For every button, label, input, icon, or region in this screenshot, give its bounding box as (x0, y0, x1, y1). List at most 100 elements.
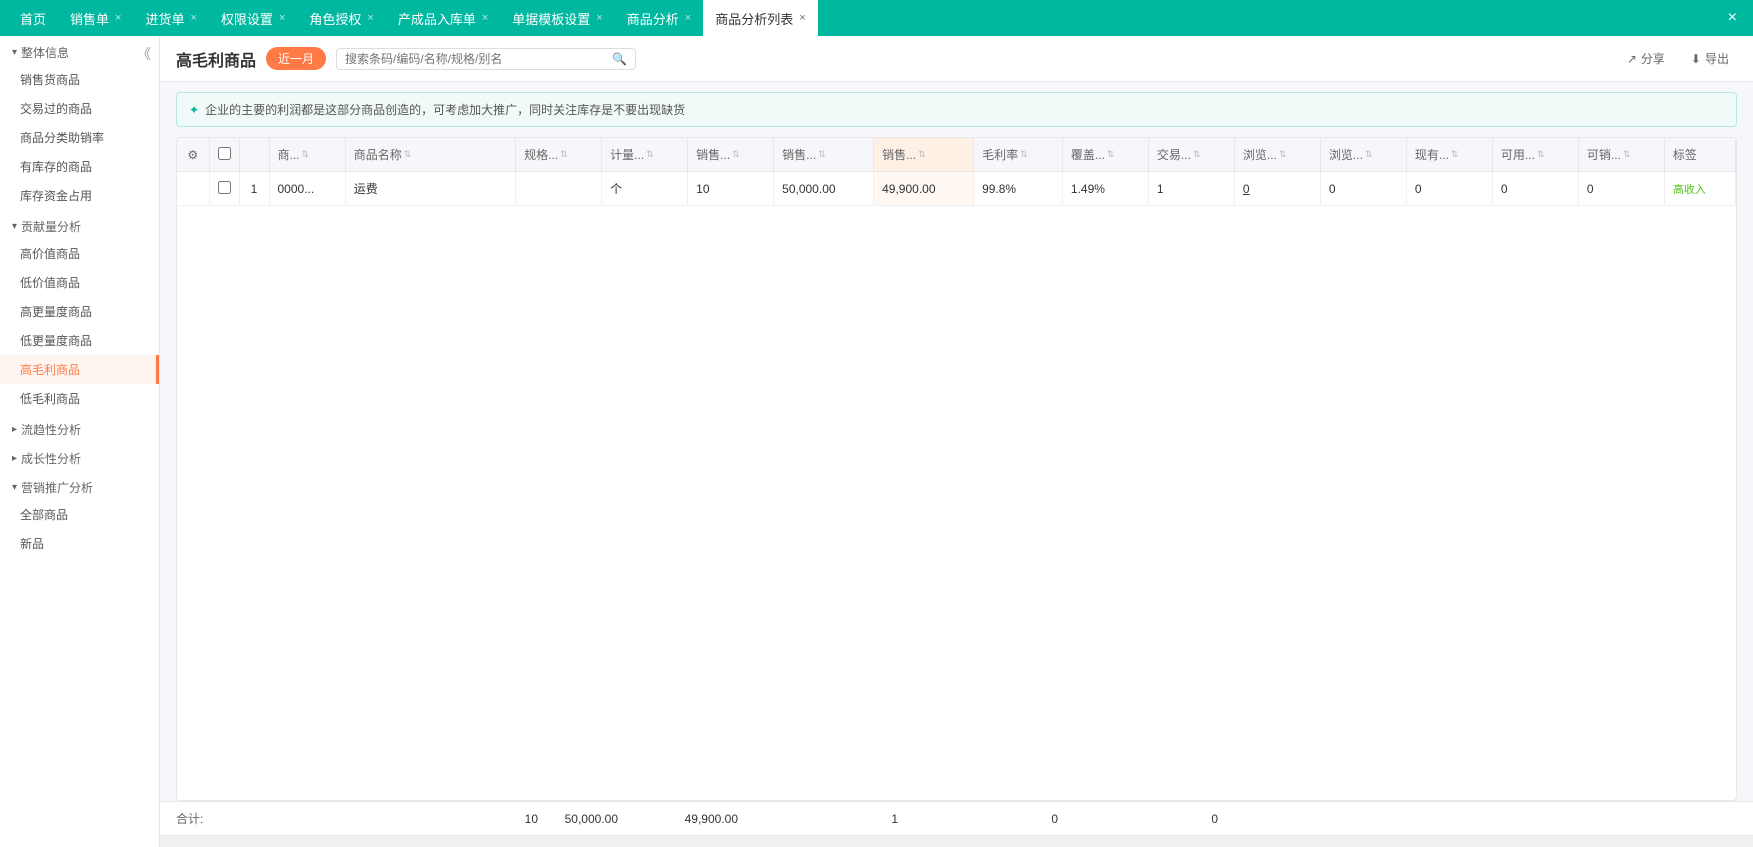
sidebar-group-trend[interactable]: ▸ 流趋性分析 (0, 413, 159, 442)
current-column-header[interactable]: 现有... ⇅ (1406, 138, 1492, 172)
sidebar-collapse-button[interactable]: 《 (137, 44, 151, 64)
tag-column-header[interactable]: 标签 (1664, 138, 1735, 172)
content-area: 高毛利商品 近一月 🔍 ↗ 分享 ⬇ 导出 ✦ 企业的主要的利润都是这部分商品创… (160, 36, 1753, 847)
name-sort-icon: ⇅ (404, 149, 412, 160)
spec-sort-icon: ⇅ (560, 149, 568, 160)
marketing-arrow-icon: ▾ (12, 482, 17, 493)
footer-browse2: 0 (986, 812, 1066, 826)
row-code-cell: 0000... (269, 172, 345, 206)
row-index-cell: 1 (239, 172, 269, 206)
nav-tab-permissions[interactable]: 权限设置 × (209, 0, 297, 36)
spec-column-header[interactable]: 规格... ⇅ (516, 138, 602, 172)
sales-cost-column-header[interactable]: 销售... ⇅ (874, 138, 974, 172)
sidebar-item-new-goods[interactable]: 新品 (0, 529, 159, 558)
sales-qty-sort-icon: ⇅ (732, 149, 740, 160)
browse2-column-header[interactable]: 浏览... ⇅ (1320, 138, 1406, 172)
available-sort-icon: ⇅ (1537, 149, 1545, 160)
footer-sales-cost: 49,900.00 (626, 812, 746, 826)
table-header-row: ⚙ 商... ⇅ (177, 138, 1736, 172)
footer-label: 合计: (176, 810, 236, 827)
sidebar-item-low-freq[interactable]: 低更量度商品 (0, 326, 159, 355)
export-button[interactable]: ⬇ 导出 (1683, 46, 1737, 71)
browse1-column-header[interactable]: 浏览... ⇅ (1234, 138, 1320, 172)
sidebar-item-low-value[interactable]: 低价值商品 (0, 268, 159, 297)
sidebar-item-low-margin[interactable]: 低毛利商品 (0, 384, 159, 413)
settings-icon[interactable]: ⚙ (187, 148, 198, 162)
nav-tab-roles[interactable]: 角色授权 × (297, 0, 385, 36)
data-table-wrapper[interactable]: ⚙ 商... ⇅ (176, 137, 1737, 801)
content-header: 高毛利商品 近一月 🔍 ↗ 分享 ⬇ 导出 (160, 36, 1753, 82)
row-spec-cell (516, 172, 602, 206)
sidebar-item-inventory-fund[interactable]: 库存资金占用 (0, 181, 159, 210)
nav-tab-home[interactable]: 首页 (8, 0, 58, 36)
close-permissions-tab[interactable]: × (279, 12, 285, 24)
close-analysis-list-tab[interactable]: × (799, 12, 805, 24)
filter-month-button[interactable]: 近一月 (266, 47, 326, 70)
close-templates-tab[interactable]: × (596, 12, 602, 24)
coverage-column-header[interactable]: 覆盖... ⇅ (1062, 138, 1148, 172)
settings-column-header[interactable]: ⚙ (177, 138, 209, 172)
row-current-cell: 0 (1406, 172, 1492, 206)
browse1-sort-icon: ⇅ (1279, 149, 1287, 160)
sidebar-item-inventory-goods[interactable]: 有库存的商品 (0, 152, 159, 181)
close-purchase-tab[interactable]: × (190, 12, 196, 24)
sidebar-item-goods-assist[interactable]: 商品分类助销率 (0, 123, 159, 152)
close-all-button[interactable]: × (1720, 9, 1745, 27)
row-browse1-cell[interactable]: 0 (1234, 172, 1320, 206)
footer-empty1 (746, 812, 826, 826)
current-sort-icon: ⇅ (1451, 149, 1459, 160)
sidebar-item-high-freq[interactable]: 高更量度商品 (0, 297, 159, 326)
search-box[interactable]: 🔍 (336, 48, 636, 70)
margin-rate-column-header[interactable]: 毛利率 ⇅ (974, 138, 1063, 172)
unit-column-header[interactable]: 计量... ⇅ (602, 138, 688, 172)
close-roles-tab[interactable]: × (367, 12, 373, 24)
sidebar-group-marketing[interactable]: ▾ 营销推广分析 (0, 471, 159, 500)
sales-qty-column-header[interactable]: 销售... ⇅ (688, 138, 774, 172)
margin-rate-sort-icon: ⇅ (1020, 149, 1028, 160)
row-checkbox[interactable] (218, 181, 231, 194)
trade-sort-icon: ⇅ (1193, 149, 1201, 160)
available-column-header[interactable]: 可用... ⇅ (1492, 138, 1578, 172)
sales-amount-column-header[interactable]: 销售... ⇅ (774, 138, 874, 172)
sidebar-group-wealth[interactable]: ▾ 贡献量分析 (0, 210, 159, 239)
page-title: 高毛利商品 (176, 47, 256, 71)
row-checkbox-cell[interactable] (209, 172, 239, 206)
sales-cost-sort-icon: ⇅ (918, 149, 926, 160)
sidebar-item-traded-goods[interactable]: 交易过的商品 (0, 94, 159, 123)
search-icon[interactable]: 🔍 (612, 52, 627, 66)
table-row: 1 0000... 运费 个 (177, 172, 1736, 206)
nav-tab-templates[interactable]: 单据模板设置 × (500, 0, 614, 36)
trade-column-header[interactable]: 交易... ⇅ (1148, 138, 1234, 172)
sidebar-item-high-margin[interactable]: 高毛利商品 (0, 355, 159, 384)
row-sales-qty-cell: 10 (688, 172, 774, 206)
share-button[interactable]: ↗ 分享 (1619, 46, 1673, 71)
sidebar-item-all-goods[interactable]: 全部商品 (0, 500, 159, 529)
sidebar-item-high-value[interactable]: 高价值商品 (0, 239, 159, 268)
search-input[interactable] (345, 52, 612, 66)
row-settings-cell (177, 172, 209, 206)
footer-empty3 (1066, 812, 1146, 826)
horizontal-scrollbar[interactable] (160, 835, 1753, 847)
wealth-arrow-icon: ▾ (12, 221, 17, 232)
close-analysis-tab[interactable]: × (685, 12, 691, 24)
nav-tab-analysis-list[interactable]: 商品分析列表 × (703, 0, 817, 36)
saleable-sort-icon: ⇅ (1623, 149, 1631, 160)
nav-tab-products[interactable]: 产成品入库单 × (386, 0, 500, 36)
close-sales-tab[interactable]: × (115, 12, 121, 24)
name-column-header[interactable]: 商品名称 ⇅ (345, 138, 515, 172)
sidebar-group-growth[interactable]: ▸ 成长性分析 (0, 442, 159, 471)
sidebar-group-overall[interactable]: ▾ 整体信息 (0, 36, 159, 65)
code-column-header[interactable]: 商... ⇅ (269, 138, 345, 172)
sidebar-item-sales-goods[interactable]: 销售货商品 (0, 65, 159, 94)
saleable-column-header[interactable]: 可销... ⇅ (1578, 138, 1664, 172)
nav-tab-analysis[interactable]: 商品分析 × (615, 0, 703, 36)
nav-tab-purchase[interactable]: 进货单 × (133, 0, 208, 36)
select-all-checkbox[interactable] (218, 147, 231, 160)
footer-values: 10 50,000.00 49,900.00 1 0 0 (266, 812, 1226, 826)
main-container: 《 ▾ 整体信息 销售货商品 交易过的商品 商品分类助销率 有库存的商品 库存资… (0, 36, 1753, 847)
browse2-sort-icon: ⇅ (1365, 149, 1373, 160)
row-saleable-cell: 0 (1578, 172, 1664, 206)
close-products-tab[interactable]: × (482, 12, 488, 24)
top-navigation: 首页 销售单 × 进货单 × 权限设置 × 角色授权 × 产成品入库单 × 单据… (0, 0, 1753, 36)
nav-tab-sales[interactable]: 销售单 × (58, 0, 133, 36)
